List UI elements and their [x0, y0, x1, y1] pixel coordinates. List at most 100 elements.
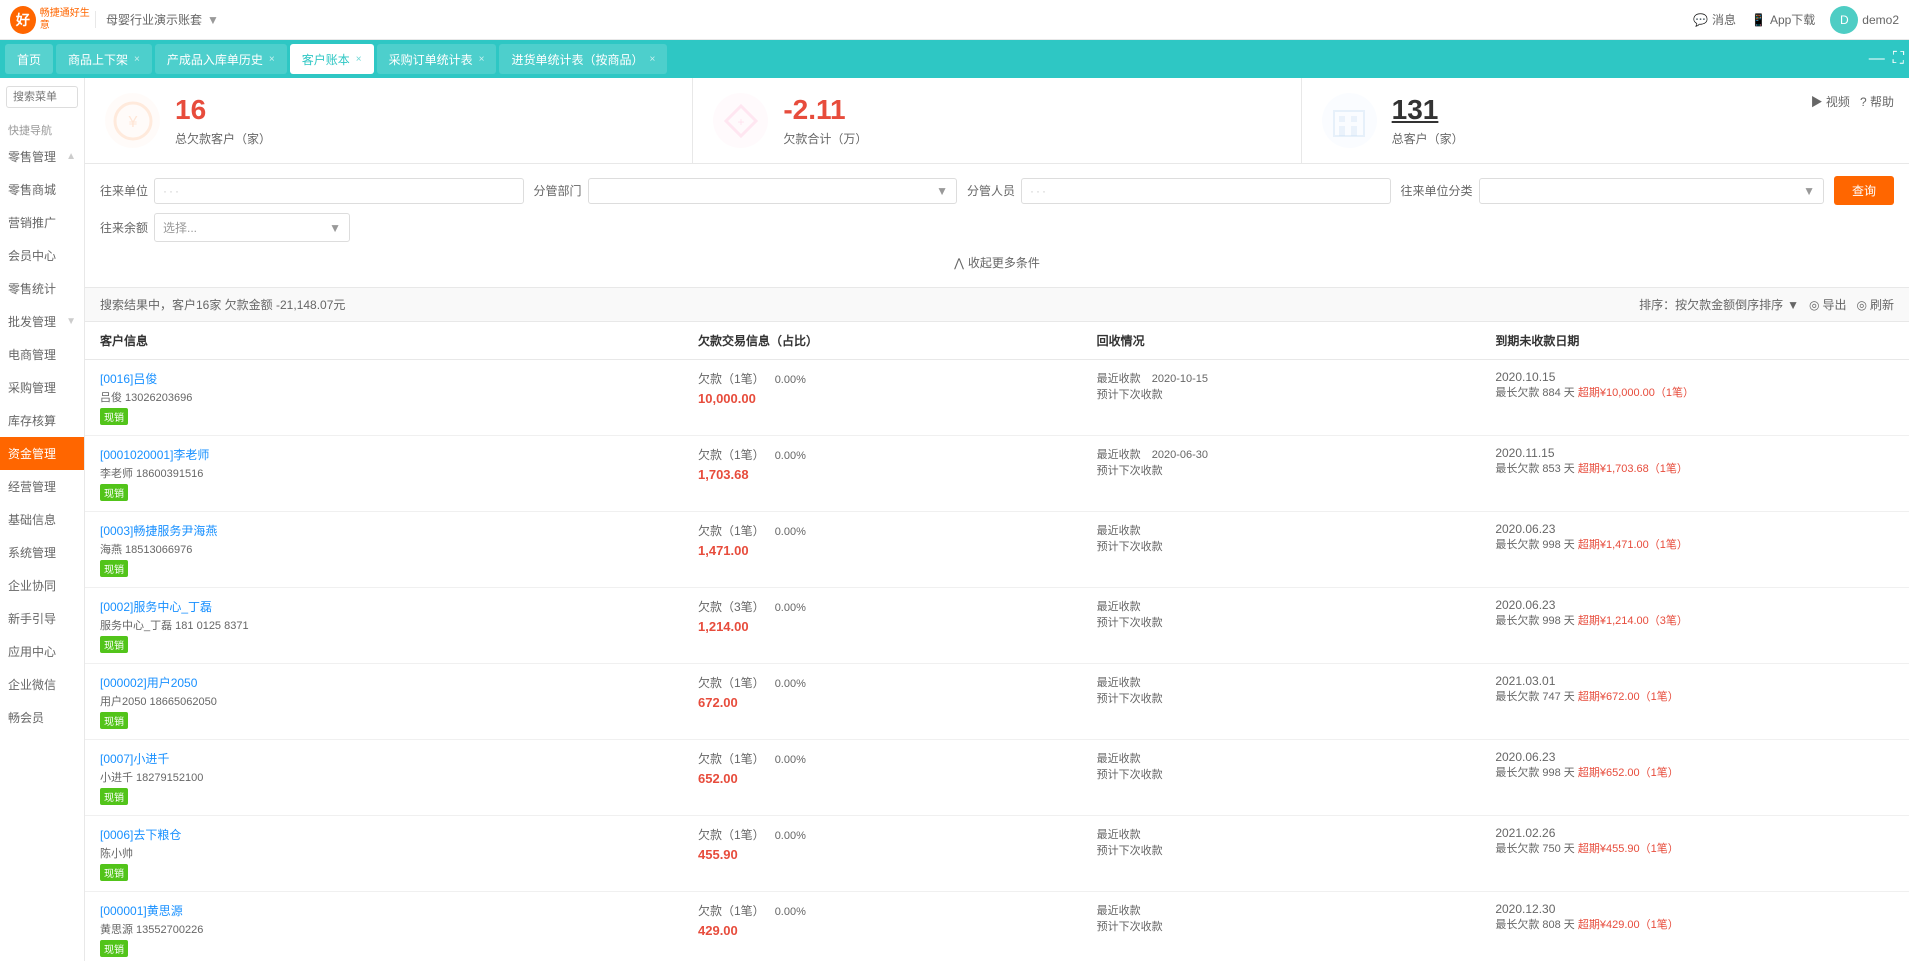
collapse-button[interactable]: ⋀ 收起更多条件 — [100, 250, 1894, 275]
customer-name-link[interactable]: [0006]去下粮仓 — [100, 826, 698, 843]
debt-amount: 429.00 — [698, 923, 1097, 938]
video-link[interactable]: ▶ 视频 — [1811, 93, 1850, 110]
refresh-button[interactable]: ◎ 刷新 — [1857, 296, 1895, 313]
close-icon[interactable]: × — [479, 54, 485, 65]
content-area: ¥ 16 总欠款客户（家） + -2.11 欠款合计（万） — [85, 78, 1909, 961]
tab-customer-account[interactable]: 客户账本 × — [290, 44, 374, 74]
customer-phone: 李老师 18600391516 — [100, 465, 698, 481]
close-icon[interactable]: × — [356, 54, 362, 65]
sidebar-item-retail-stats[interactable]: 零售统计 — [0, 272, 84, 305]
overdue-link[interactable]: 超期¥672.00（1笔） — [1578, 691, 1679, 703]
sidebar-item-operations-mgmt[interactable]: 经营管理 — [0, 470, 84, 503]
table-header: 客户信息 欠款交易信息（占比） 回收情况 到期未收款日期 — [85, 322, 1909, 360]
filter-area: 往来单位 ··· 分管部门 ▼ 分管人员 ··· — [85, 164, 1909, 288]
customer-unit-label: 往来单位 — [100, 182, 148, 199]
manager-input[interactable]: ··· — [1021, 178, 1390, 204]
debt-count: 欠款（1笔） — [698, 446, 765, 463]
debt-percent: 0.00% — [775, 830, 806, 842]
messages-button[interactable]: 💬 消息 — [1693, 11, 1736, 28]
overdue-customers-icon: ¥ — [105, 93, 160, 148]
debt-info-cell: 欠款（1笔） 0.00% 652.00 — [698, 750, 1097, 805]
sidebar-item-app-center[interactable]: 应用中心 — [0, 635, 84, 668]
close-icon[interactable]: × — [134, 54, 140, 65]
chevron-down-icon: ▼ — [1787, 298, 1799, 312]
stat-item-overdue-customers: ¥ 16 总欠款客户（家） — [85, 78, 693, 163]
sidebar-item-retail-mall[interactable]: 零售商城 — [0, 173, 84, 206]
customer-name-link[interactable]: [000002]用户2050 — [100, 674, 698, 691]
sidebar-item-ecommerce-mgmt[interactable]: 电商管理 — [0, 338, 84, 371]
sidebar-item-basic-info[interactable]: 基础信息 — [0, 503, 84, 536]
customer-name-link[interactable]: [0001020001]李老师 — [100, 446, 698, 463]
overdue-link[interactable]: 超期¥10,000.00（1笔） — [1578, 387, 1694, 399]
sidebar-item-vip-member[interactable]: 畅会员 — [0, 701, 84, 734]
unit-category-label: 往来单位分类 — [1401, 182, 1473, 199]
unit-category-select[interactable]: ▼ — [1479, 178, 1824, 204]
balance-label: 往来余额 — [100, 219, 148, 236]
stat-amount-info: -2.11 欠款合计（万） — [783, 94, 867, 147]
query-button[interactable]: 查询 — [1834, 176, 1894, 205]
brand-selector[interactable]: 母婴行业演示账套 ▼ — [95, 11, 229, 28]
sidebar-item-retail-mgmt[interactable]: 零售管理 ▲ — [0, 140, 84, 173]
overdue-link[interactable]: 超期¥1,214.00（3笔） — [1578, 615, 1688, 627]
tab-product-shelf[interactable]: 商品上下架 × — [56, 44, 152, 74]
customer-info-cell: [0002]服务中心_丁磊 服务中心_丁磊 181 0125 8371 现销 — [100, 598, 698, 653]
tab-product-history[interactable]: 产成品入库单历史 × — [155, 44, 287, 74]
svg-text:¥: ¥ — [127, 114, 137, 131]
avatar: D — [1830, 6, 1858, 34]
export-button[interactable]: ◎ 导出 — [1809, 296, 1847, 313]
user-avatar-area[interactable]: D demo2 — [1830, 6, 1899, 34]
overdue-customers-label: 总欠款客户（家） — [175, 130, 271, 147]
debt-info-cell: 欠款（1笔） 0.00% 10,000.00 — [698, 370, 1097, 425]
brand-dropdown-arrow: ▼ — [207, 13, 219, 27]
building-icon — [1329, 101, 1369, 141]
close-icon[interactable]: × — [649, 54, 655, 65]
due-date-cell: 2020.06.23 最长欠款 998 天 超期¥1,471.00（1笔） — [1495, 522, 1894, 577]
overdue-link[interactable]: 超期¥652.00（1笔） — [1578, 767, 1679, 779]
sidebar-item-new-guide[interactable]: 新手引导 — [0, 602, 84, 635]
balance-select[interactable]: 选择... ▼ — [154, 213, 350, 242]
sidebar-search-area — [0, 78, 84, 116]
close-icon[interactable]: × — [269, 54, 275, 65]
customer-name-link[interactable]: [0003]畅捷服务尹海燕 — [100, 522, 698, 539]
debt-count: 欠款（1笔） — [698, 750, 765, 767]
customer-unit-input[interactable]: ··· — [154, 178, 523, 204]
dept-select[interactable]: ▼ — [588, 178, 957, 204]
overdue-link[interactable]: 超期¥455.90（1笔） — [1578, 843, 1679, 855]
maximize-button[interactable]: ⛶ — [1893, 50, 1904, 68]
sidebar-item-wholesale-mgmt[interactable]: 批发管理 ▼ — [0, 305, 84, 338]
tab-home[interactable]: 首页 — [5, 44, 53, 74]
minimize-button[interactable]: — — [1869, 50, 1885, 68]
manager-label: 分管人员 — [967, 182, 1015, 199]
sidebar-item-enterprise-wechat[interactable]: 企业微信 — [0, 668, 84, 701]
overdue-link[interactable]: 超期¥1,703.68（1笔） — [1578, 463, 1688, 475]
sidebar-item-system-mgmt[interactable]: 系统管理 — [0, 536, 84, 569]
due-date-cell: 2020.12.30 最长欠款 808 天 超期¥429.00（1笔） — [1495, 902, 1894, 957]
customer-name-link[interactable]: [0007]小进千 — [100, 750, 698, 767]
search-input[interactable] — [6, 86, 78, 108]
debt-percent: 0.00% — [775, 906, 806, 918]
overdue-link[interactable]: 超期¥1,471.00（1笔） — [1578, 539, 1688, 551]
overdue-link[interactable]: 超期¥429.00（1笔） — [1578, 919, 1679, 931]
debt-percent: 0.00% — [775, 754, 806, 766]
help-link[interactable]: ? 帮助 — [1860, 93, 1894, 110]
sidebar-item-purchase-mgmt[interactable]: 采购管理 — [0, 371, 84, 404]
collection-info-cell: 最近收款 2020-10-15 预计下次收款 — [1097, 370, 1496, 425]
tab-product-history-label: 产成品入库单历史 — [167, 51, 263, 68]
tab-purchase-order[interactable]: 采购订单统计表 × — [377, 44, 497, 74]
sidebar-item-finance-mgmt[interactable]: 资金管理 — [0, 437, 84, 470]
logo-icon: 好 — [10, 6, 36, 34]
stat-customers-info: 16 总欠款客户（家） — [175, 94, 271, 147]
customer-phone: 海燕 18513066976 — [100, 541, 698, 557]
customer-name-link[interactable]: [0016]吕俊 — [100, 370, 698, 387]
sidebar-item-marketing[interactable]: 营销推广 — [0, 206, 84, 239]
sidebar-item-inventory[interactable]: 库存核算 — [0, 404, 84, 437]
due-date-cell: 2020.11.15 最长欠款 853 天 超期¥1,703.68（1笔） — [1495, 446, 1894, 501]
sidebar-item-member-center[interactable]: 会员中心 — [0, 239, 84, 272]
app-download-button[interactable]: 📱 App下载 — [1751, 11, 1815, 28]
tab-inbound-stats[interactable]: 进货单统计表（按商品） × — [499, 44, 667, 74]
logo-area: 好 畅捷通好生意 — [10, 6, 95, 34]
customer-name-link[interactable]: [000001]黄思源 — [100, 902, 698, 919]
sort-selector[interactable]: 排序：按欠款金额倒序排序 ▼ — [1639, 296, 1799, 313]
sidebar-item-enterprise-collab[interactable]: 企业协同 — [0, 569, 84, 602]
customer-name-link[interactable]: [0002]服务中心_丁磊 — [100, 598, 698, 615]
